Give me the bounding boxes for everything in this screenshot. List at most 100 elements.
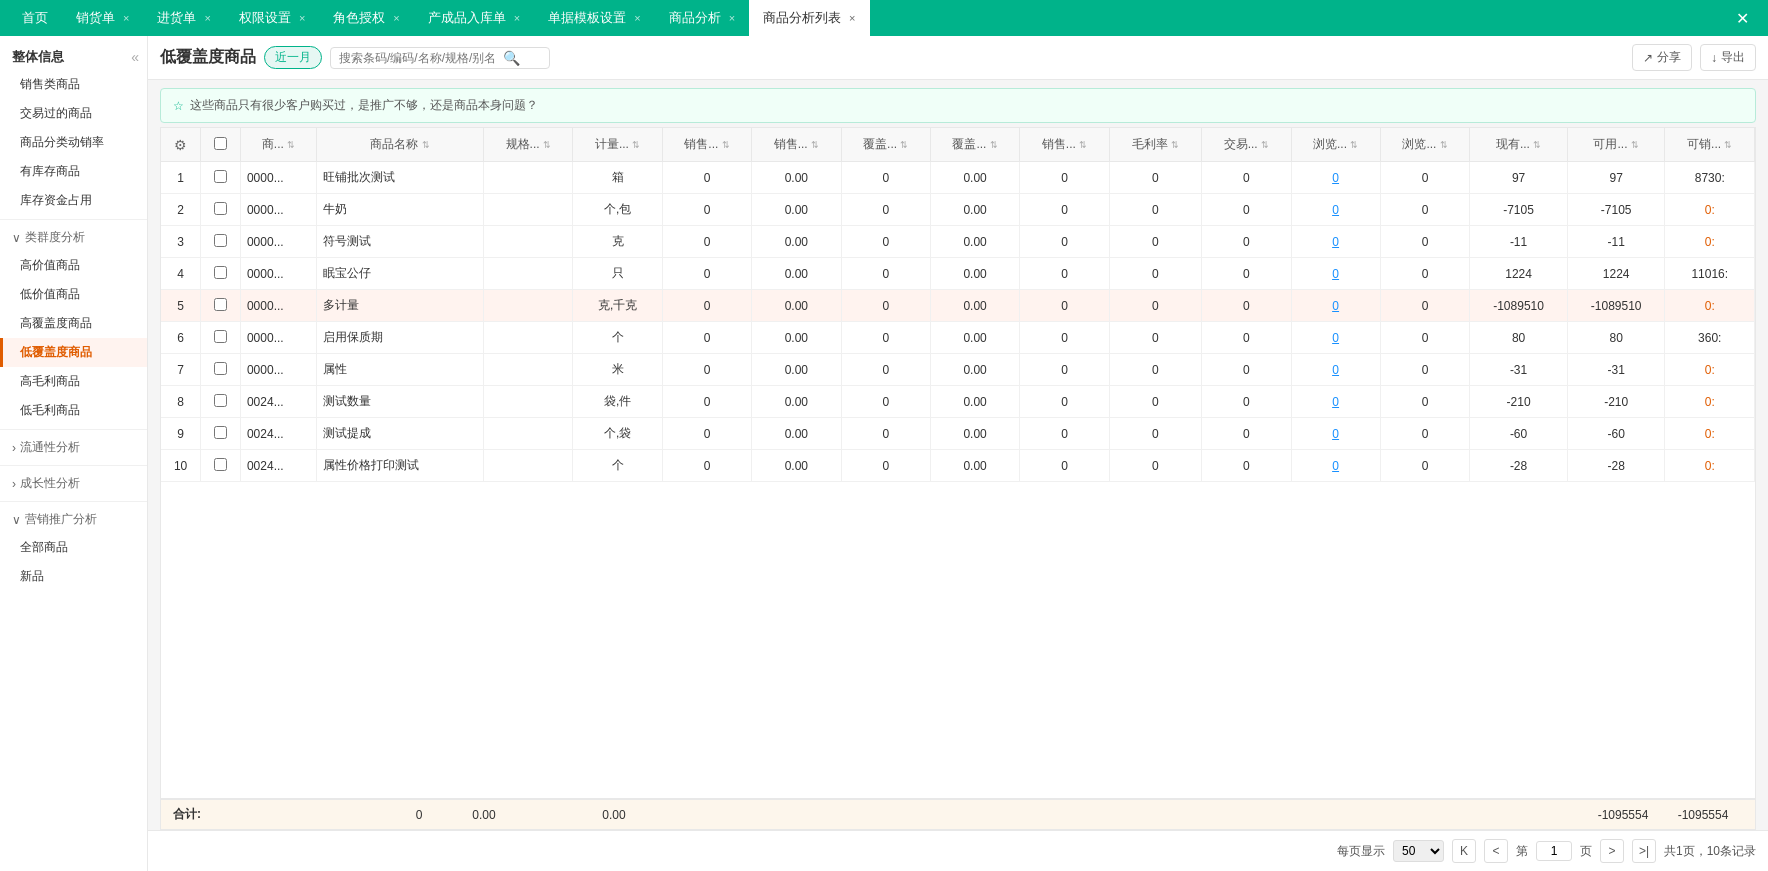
cell-view1[interactable]: 0 (1291, 418, 1380, 450)
cell-view1[interactable]: 0 (1291, 194, 1380, 226)
cell-view1[interactable]: 0 (1291, 322, 1380, 354)
nav-template-settings[interactable]: 单据模板设置 × (534, 0, 654, 36)
sidebar-item-all-goods[interactable]: 全部商品 (0, 533, 147, 562)
select-all-checkbox[interactable] (214, 137, 227, 150)
sidebar-group-marketing[interactable]: ∨ 营销推广分析 (0, 506, 147, 533)
cell-view1[interactable]: 0 (1291, 290, 1380, 322)
sidebar-collapse-button[interactable]: « (131, 49, 139, 65)
nav-product-analysis-list[interactable]: 商品分析列表 × (749, 0, 869, 36)
cell-checkbox[interactable] (201, 226, 241, 258)
cell-code: 0024... (240, 450, 316, 482)
nav-product-analysis[interactable]: 商品分析 × (655, 0, 749, 36)
sidebar-group-growth[interactable]: › 成长性分析 (0, 470, 147, 497)
cell-view1[interactable]: 0 (1291, 450, 1380, 482)
period-button[interactable]: 近一月 (264, 46, 322, 69)
last-page-button[interactable]: >| (1632, 839, 1656, 863)
col-stock3[interactable]: 可销... ⇅ (1665, 128, 1755, 162)
sidebar-item-low-value[interactable]: 低价值商品 (0, 280, 147, 309)
sidebar-item-category-rate[interactable]: 商品分类动销率 (0, 128, 147, 157)
prev-page-button[interactable]: < (1484, 839, 1508, 863)
page-size-select[interactable]: 50 100 200 (1393, 840, 1444, 862)
search-input[interactable] (339, 51, 499, 65)
sidebar-item-high-margin[interactable]: 高毛利商品 (0, 367, 147, 396)
cell-checkbox[interactable] (201, 322, 241, 354)
export-button[interactable]: ↓ 导出 (1700, 44, 1756, 71)
sidebar-item-new-goods[interactable]: 新品 (0, 562, 147, 591)
col-stock2[interactable]: 可用... ⇅ (1567, 128, 1665, 162)
col-trade[interactable]: 交易... ⇅ (1202, 128, 1291, 162)
sidebar-item-capital[interactable]: 库存资金占用 (0, 186, 147, 215)
close-product-analysis-icon[interactable]: × (729, 0, 735, 36)
settings-gear-icon[interactable]: ⚙ (174, 137, 187, 153)
sidebar-item-in-stock[interactable]: 有库存商品 (0, 157, 147, 186)
col-cov2[interactable]: 覆盖... ⇅ (930, 128, 1019, 162)
col-sales-qty[interactable]: 销售... ⇅ (662, 128, 751, 162)
cell-checkbox[interactable] (201, 194, 241, 226)
nav-permissions[interactable]: 权限设置 × (225, 0, 319, 36)
sidebar-item-low-margin[interactable]: 低毛利商品 (0, 396, 147, 425)
col-code[interactable]: 商... ⇅ (240, 128, 316, 162)
next-page-button[interactable]: > (1600, 839, 1624, 863)
cell-view1[interactable]: 0 (1291, 162, 1380, 194)
close-role-auth-icon[interactable]: × (393, 0, 399, 36)
cell-view1[interactable]: 0 (1291, 386, 1380, 418)
page-number-input[interactable] (1536, 841, 1572, 861)
cell-checkbox[interactable] (201, 162, 241, 194)
content-header: 低覆盖度商品 近一月 🔍 ↗ 分享 ↓ 导出 (148, 36, 1768, 80)
col-view1[interactable]: 浏览... ⇅ (1291, 128, 1380, 162)
cell-view1[interactable]: 0 (1291, 226, 1380, 258)
nav-sales-order[interactable]: 销货单 × (62, 0, 143, 36)
cell-checkbox[interactable] (201, 354, 241, 386)
col-cov1[interactable]: 覆盖... ⇅ (841, 128, 930, 162)
cell-stock1: -60 (1470, 418, 1568, 450)
cell-sales-amt: 0.00 (752, 322, 841, 354)
nav-purchase-order[interactable]: 进货单 × (143, 0, 224, 36)
share-button[interactable]: ↗ 分享 (1632, 44, 1692, 71)
cell-sales-amt: 0.00 (752, 386, 841, 418)
close-permissions-icon[interactable]: × (299, 0, 305, 36)
cell-code: 0000... (240, 162, 316, 194)
cell-sales-amt: 0.00 (752, 226, 841, 258)
sidebar-item-low-coverage[interactable]: 低覆盖度商品 (0, 338, 147, 367)
col-view2[interactable]: 浏览... ⇅ (1380, 128, 1469, 162)
cell-trade: 0 (1202, 386, 1291, 418)
nav-role-auth[interactable]: 角色授权 × (319, 0, 413, 36)
col-name[interactable]: 商品名称 ⇅ (317, 128, 484, 162)
sidebar-group-liquidity[interactable]: › 流通性分析 (0, 434, 147, 461)
col-margin[interactable]: 毛利率 ⇅ (1109, 128, 1201, 162)
first-page-button[interactable]: K (1452, 839, 1476, 863)
close-purchase-order-icon[interactable]: × (204, 0, 210, 36)
col-spec[interactable]: 规格... ⇅ (484, 128, 573, 162)
sidebar-item-traded-goods[interactable]: 交易过的商品 (0, 99, 147, 128)
cell-code: 0000... (240, 226, 316, 258)
info-banner: ☆ 这些商品只有很少客户购买过，是推广不够，还是商品本身问题？ (160, 88, 1756, 123)
col-settings[interactable]: ⚙ (161, 128, 201, 162)
col-checkbox[interactable] (201, 128, 241, 162)
cell-view1[interactable]: 0 (1291, 258, 1380, 290)
sidebar-item-sales-goods[interactable]: 销售类商品 (0, 70, 147, 99)
cell-unit: 箱 (573, 162, 662, 194)
close-product-inbound-icon[interactable]: × (514, 0, 520, 36)
cell-name: 测试数量 (317, 386, 484, 418)
cell-checkbox[interactable] (201, 258, 241, 290)
close-product-analysis-list-icon[interactable]: × (849, 0, 855, 36)
close-sales-order-icon[interactable]: × (123, 0, 129, 36)
cell-checkbox[interactable] (201, 418, 241, 450)
cell-checkbox[interactable] (201, 290, 241, 322)
close-template-settings-icon[interactable]: × (634, 0, 640, 36)
sidebar-item-high-coverage[interactable]: 高覆盖度商品 (0, 309, 147, 338)
sidebar-group-category-analysis[interactable]: ∨ 类群度分析 (0, 224, 147, 251)
col-stock1[interactable]: 现有... ⇅ (1470, 128, 1568, 162)
cell-spec (484, 162, 573, 194)
nav-product-inbound[interactable]: 产成品入库单 × (414, 0, 534, 36)
cell-view1[interactable]: 0 (1291, 354, 1380, 386)
nav-home[interactable]: 首页 (8, 0, 62, 36)
col-unit[interactable]: 计量... ⇅ (573, 128, 662, 162)
sidebar-item-high-value[interactable]: 高价值商品 (0, 251, 147, 280)
col-sales-days[interactable]: 销售... ⇅ (1020, 128, 1109, 162)
cell-checkbox[interactable] (201, 386, 241, 418)
cell-checkbox[interactable] (201, 450, 241, 482)
col-sales-amt[interactable]: 销售... ⇅ (752, 128, 841, 162)
window-close-button[interactable]: ✕ (1724, 0, 1760, 36)
search-icon[interactable]: 🔍 (503, 50, 520, 66)
